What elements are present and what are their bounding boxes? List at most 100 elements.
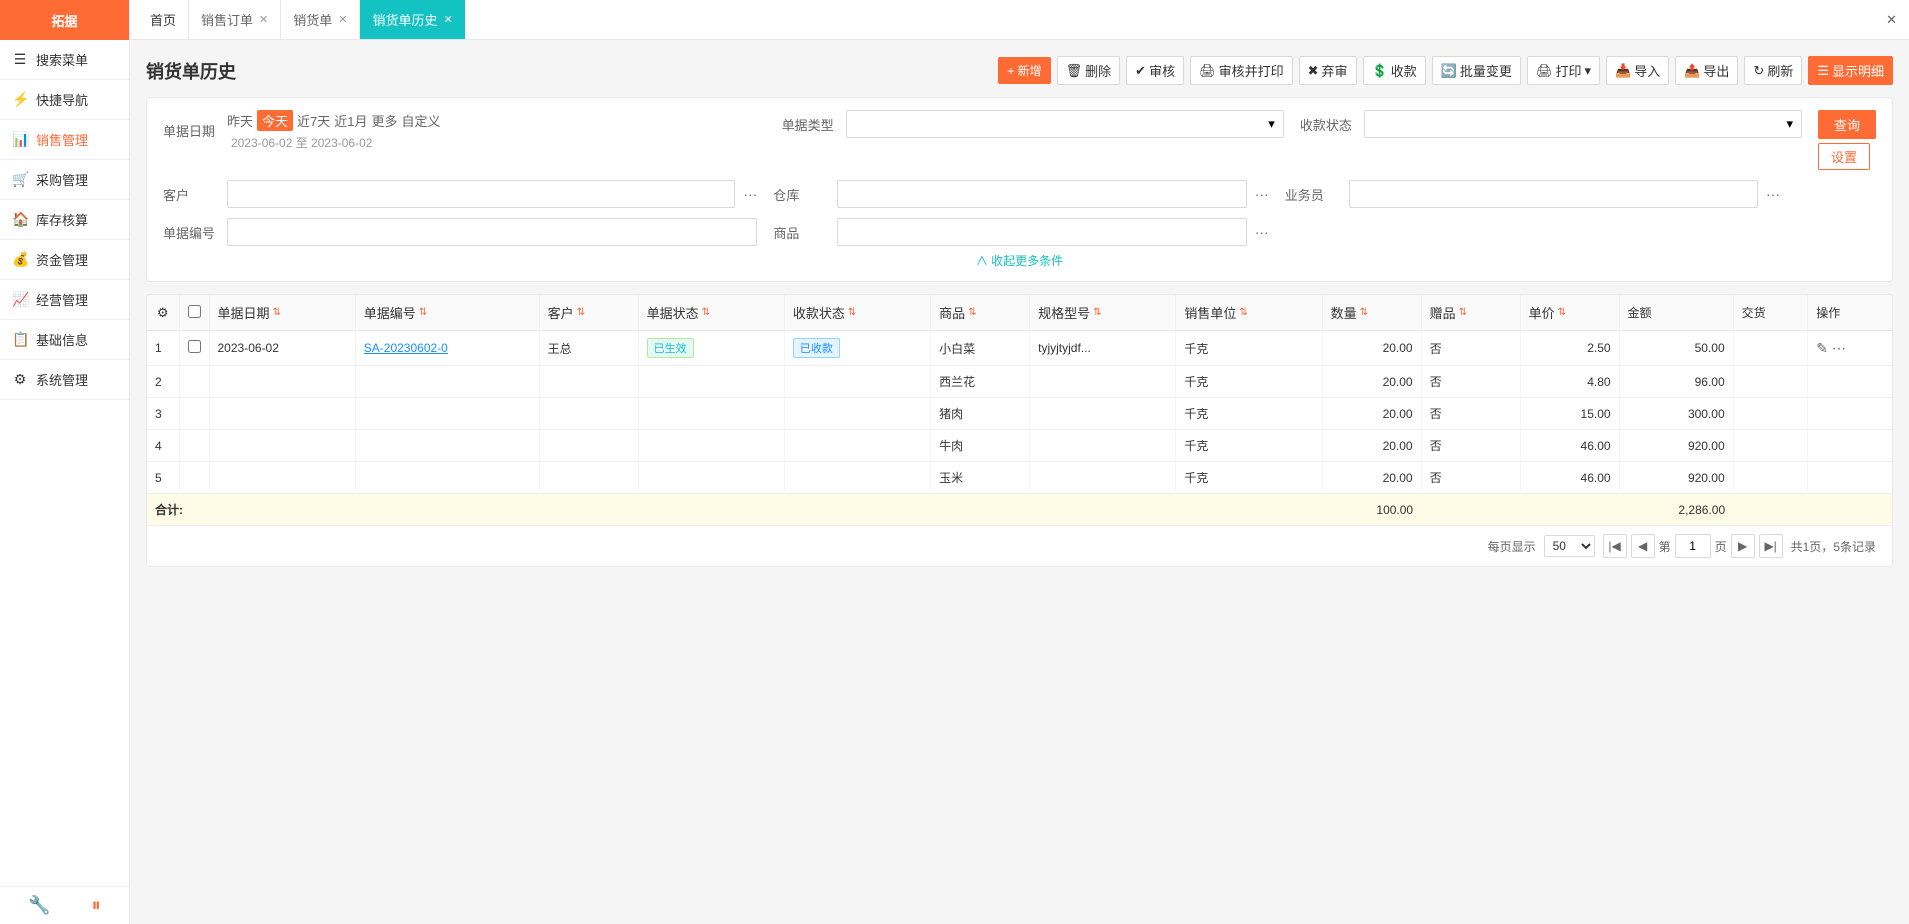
- goods-ellipsis-btn[interactable]: ···: [1255, 224, 1269, 240]
- sidebar-item-search-menu[interactable]: ☰ 搜索菜单: [0, 40, 129, 80]
- collect-status-select[interactable]: ▾: [1364, 110, 1802, 138]
- import-button[interactable]: 📥 导入: [1606, 56, 1669, 85]
- th-goods[interactable]: 商品 ⇅: [931, 295, 1030, 331]
- th-collect-status[interactable]: 收款状态 ⇅: [784, 295, 930, 331]
- sidebar-item-label: 采购管理: [36, 170, 88, 189]
- date-shortcut-1month[interactable]: 近1月: [334, 111, 367, 130]
- salesman-input[interactable]: [1349, 180, 1758, 208]
- date-shortcut-yesterday[interactable]: 昨天: [227, 111, 253, 130]
- th-doc-no[interactable]: 单据编号 ⇅: [355, 295, 539, 331]
- page-content: 销货单历史 + 新增 🗑 删除 ✔ 审核 🖨 审核并打印 ✖ 弃审: [130, 40, 1909, 924]
- finance-icon: 💰: [12, 251, 28, 268]
- collect-button[interactable]: 💲 收款: [1363, 56, 1426, 85]
- cell-goods: 猪肉: [931, 398, 1030, 430]
- sidebar-item-label: 系统管理: [36, 370, 88, 389]
- print-button[interactable]: 🖨 打印 ▾: [1527, 56, 1600, 85]
- page-input[interactable]: [1675, 534, 1711, 558]
- sidebar-item-basic-info[interactable]: 📋 基础信息: [0, 320, 129, 360]
- tab-home[interactable]: 首页: [138, 0, 189, 39]
- last-page-btn[interactable]: ▶|: [1759, 534, 1783, 558]
- tab-sales-order[interactable]: 销售订单 ✕: [189, 0, 281, 39]
- new-button[interactable]: + 新增: [998, 57, 1050, 84]
- export-button[interactable]: 📤 导出: [1675, 56, 1738, 85]
- th-gift[interactable]: 赠品 ⇅: [1421, 295, 1520, 331]
- next-page-btn[interactable]: ▶: [1731, 534, 1755, 558]
- cell-checkbox[interactable]: [179, 430, 209, 462]
- th-qty[interactable]: 数量 ⇅: [1322, 295, 1421, 331]
- tab-sales-goods-close[interactable]: ✕: [338, 13, 347, 26]
- sidebar-item-operation[interactable]: 📈 经营管理: [0, 280, 129, 320]
- cell-price: 2.50: [1520, 331, 1619, 366]
- cell-amount: 96.00: [1619, 366, 1733, 398]
- sidebar-item-inventory[interactable]: 🏠 库存核算: [0, 200, 129, 240]
- first-page-btn[interactable]: |◀: [1603, 534, 1627, 558]
- th-price[interactable]: 单价 ⇅: [1520, 295, 1619, 331]
- select-all-checkbox[interactable]: [188, 305, 201, 318]
- cell-unit: 千克: [1176, 331, 1322, 366]
- review-button[interactable]: ✔ 审核: [1126, 56, 1184, 85]
- sidebar-settings-icon[interactable]: 🔧: [28, 895, 50, 916]
- sidebar-item-purchase-mgmt[interactable]: 🛒 采购管理: [0, 160, 129, 200]
- doc-no-link[interactable]: SA-20230602-0: [364, 341, 448, 355]
- cell-checkbox[interactable]: [179, 331, 209, 366]
- review-print-button[interactable]: 🖨 审核并打印: [1190, 56, 1293, 85]
- warehouse-ellipsis-btn[interactable]: ···: [1255, 186, 1269, 202]
- doc-type-select[interactable]: ▾: [846, 110, 1284, 138]
- date-shortcut-7days[interactable]: 近7天: [297, 111, 330, 130]
- edit-icon[interactable]: ✎: [1816, 340, 1828, 357]
- date-shortcut-custom[interactable]: 自定义: [402, 111, 441, 130]
- tab-sales-history[interactable]: 销货单历史 ✕: [360, 0, 465, 39]
- set-button[interactable]: 设置: [1818, 143, 1870, 170]
- sidebar-item-quick-nav[interactable]: ⚡ 快捷导航: [0, 80, 129, 120]
- cell-collect-status: 已收款: [784, 331, 930, 366]
- goods-input[interactable]: [837, 218, 1246, 246]
- date-shortcut-today[interactable]: 今天: [257, 110, 293, 131]
- tab-sales-goods-label: 销货单: [293, 10, 332, 29]
- salesman-ellipsis-btn[interactable]: ···: [1766, 186, 1780, 202]
- tab-sales-history-close[interactable]: ✕: [444, 13, 453, 26]
- doc-status-badge: 已生效: [647, 338, 694, 358]
- cell-checkbox[interactable]: [179, 462, 209, 494]
- th-doc-status[interactable]: 单据状态 ⇅: [638, 295, 784, 331]
- cell-gift: 否: [1421, 430, 1520, 462]
- row-checkbox[interactable]: [188, 340, 201, 353]
- customer-ellipsis-btn[interactable]: ···: [743, 186, 757, 202]
- cell-customer: [539, 366, 638, 398]
- page-size-select[interactable]: 50 10 20 100: [1544, 535, 1595, 557]
- cell-qty: 20.00: [1322, 462, 1421, 494]
- display-detail-button[interactable]: ☰ 显示明细: [1808, 56, 1893, 85]
- th-spec[interactable]: 规格型号 ⇅: [1030, 295, 1176, 331]
- sidebar-pause-icon[interactable]: ⏸: [92, 895, 101, 916]
- query-button[interactable]: 查询: [1818, 110, 1876, 139]
- prev-page-btn[interactable]: ◀: [1631, 534, 1655, 558]
- customer-input[interactable]: [227, 180, 735, 208]
- refresh-button[interactable]: ↻ 刷新: [1744, 56, 1802, 85]
- filter-customer: 客户 ···: [163, 180, 757, 208]
- collect-icon: 💲: [1372, 63, 1388, 79]
- collapse-button[interactable]: ∧ 收起更多条件: [976, 252, 1063, 269]
- th-unit[interactable]: 销售单位 ⇅: [1176, 295, 1322, 331]
- batch-change-button[interactable]: 🔄 批量变更: [1432, 56, 1521, 85]
- close-all-icon[interactable]: ✕: [1882, 10, 1901, 30]
- sidebar-item-sales-mgmt[interactable]: 📊 销售管理: [0, 120, 129, 160]
- doc-no-input[interactable]: [227, 218, 757, 246]
- table-container: ⚙ 单据日期 ⇅: [146, 294, 1893, 567]
- tab-sales-goods[interactable]: 销货单 ✕: [281, 0, 360, 39]
- sidebar-item-finance[interactable]: 💰 资金管理: [0, 240, 129, 280]
- tab-sales-order-close[interactable]: ✕: [259, 13, 268, 26]
- th-customer[interactable]: 客户 ⇅: [539, 295, 638, 331]
- warehouse-input[interactable]: [837, 180, 1246, 208]
- th-settings[interactable]: ⚙: [147, 295, 179, 331]
- cell-amount: 920.00: [1619, 462, 1733, 494]
- more-icon[interactable]: ⋯: [1832, 340, 1846, 357]
- delete-button[interactable]: 🗑 删除: [1057, 56, 1121, 85]
- date-shortcut-more[interactable]: 更多: [372, 111, 398, 130]
- table-settings-icon[interactable]: ⚙: [157, 305, 169, 320]
- th-doc-date[interactable]: 单据日期 ⇅: [209, 295, 355, 331]
- cell-checkbox[interactable]: [179, 398, 209, 430]
- sidebar-item-system-mgmt[interactable]: ⚙ 系统管理: [0, 360, 129, 400]
- abandon-button[interactable]: ✖ 弃审: [1299, 56, 1357, 85]
- cell-doc-no: [355, 366, 539, 398]
- refresh-icon: ↻: [1753, 63, 1764, 79]
- cell-checkbox[interactable]: [179, 366, 209, 398]
